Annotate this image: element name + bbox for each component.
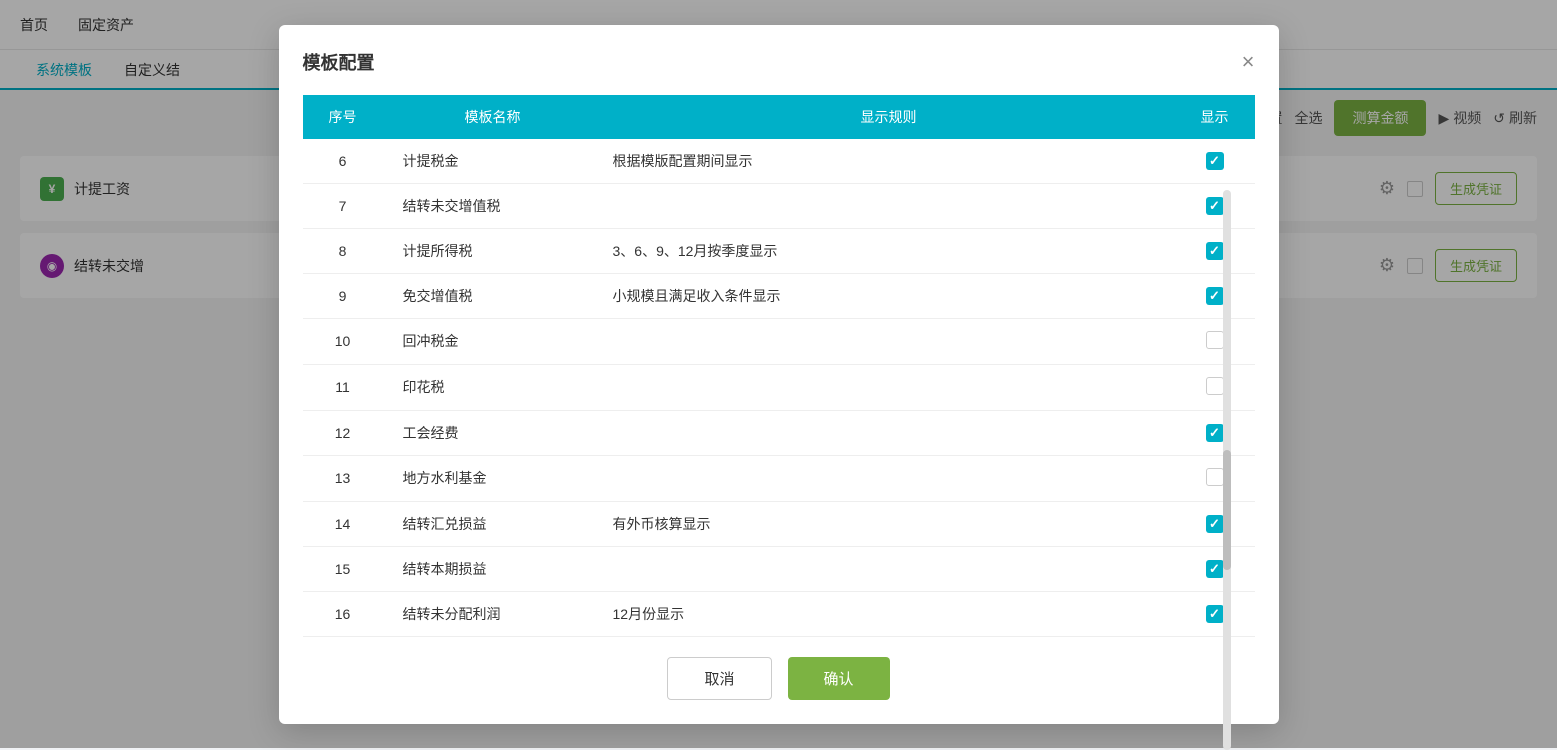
cell-id: 15 xyxy=(303,546,383,591)
table-row: 9免交增值税小规模且满足收入条件显示 xyxy=(303,273,1255,318)
cell-rule xyxy=(603,546,1175,591)
cell-id: 6 xyxy=(303,139,383,184)
table-row: 7结转未交增值税 xyxy=(303,183,1255,228)
cell-name: 计提所得税 xyxy=(383,228,603,273)
scrollbar-thumb xyxy=(1223,450,1231,570)
cell-id: 11 xyxy=(303,364,383,410)
cell-name: 免交增值税 xyxy=(383,273,603,318)
cell-rule: 根据模版配置期间显示 xyxy=(603,139,1175,184)
cell-name: 回冲税金 xyxy=(383,318,603,364)
cell-name: 结转未交增值税 xyxy=(383,183,603,228)
cell-show[interactable] xyxy=(1175,546,1255,591)
cell-rule: 12月份显示 xyxy=(603,591,1175,636)
table-row: 6计提税金根据模版配置期间显示 xyxy=(303,139,1255,184)
col-header-id: 序号 xyxy=(303,95,383,139)
cell-id: 8 xyxy=(303,228,383,273)
confirm-button[interactable]: 确认 xyxy=(788,657,890,700)
cell-name: 结转汇兑损益 xyxy=(383,501,603,546)
table-row: 15结转本期损益 xyxy=(303,546,1255,591)
cell-id: 13 xyxy=(303,455,383,501)
cell-name: 地方水利基金 xyxy=(383,455,603,501)
cell-rule: 有外币核算显示 xyxy=(603,501,1175,546)
modal-title: 模板配置 xyxy=(303,49,375,75)
cell-name: 结转本期损益 xyxy=(383,546,603,591)
cell-show[interactable] xyxy=(1175,410,1255,455)
table-row: 11印花税 xyxy=(303,364,1255,410)
checkbox-7[interactable] xyxy=(1206,468,1224,486)
table-row: 10回冲税金 xyxy=(303,318,1255,364)
checkbox-2[interactable] xyxy=(1206,242,1224,260)
table-header: 序号 模板名称 显示规则 显示 xyxy=(303,95,1255,139)
table-body: 6计提税金根据模版配置期间显示7结转未交增值税8计提所得税3、6、9、12月按季… xyxy=(303,139,1255,637)
cell-show[interactable] xyxy=(1175,183,1255,228)
modal: 模板配置 × 序号 模板名称 显示规则 显示 6计提税金根据模版配置期间显示7结… xyxy=(279,25,1279,724)
config-table: 序号 模板名称 显示规则 显示 6计提税金根据模版配置期间显示7结转未交增值税8… xyxy=(303,95,1255,637)
cell-id: 7 xyxy=(303,183,383,228)
checkbox-4[interactable] xyxy=(1206,331,1224,349)
checkbox-3[interactable] xyxy=(1206,287,1224,305)
cell-show[interactable] xyxy=(1175,273,1255,318)
cell-show[interactable] xyxy=(1175,364,1255,410)
checkbox-10[interactable] xyxy=(1206,605,1224,623)
modal-close-button[interactable]: × xyxy=(1242,51,1255,73)
checkbox-9[interactable] xyxy=(1206,560,1224,578)
table-row: 12工会经费 xyxy=(303,410,1255,455)
col-header-show: 显示 xyxy=(1175,95,1255,139)
cell-show[interactable] xyxy=(1175,228,1255,273)
table-row: 16结转未分配利润12月份显示 xyxy=(303,591,1255,636)
cell-id: 14 xyxy=(303,501,383,546)
cell-name: 印花税 xyxy=(383,364,603,410)
cell-show[interactable] xyxy=(1175,455,1255,501)
cell-id: 16 xyxy=(303,591,383,636)
cell-rule xyxy=(603,183,1175,228)
modal-footer: 取消 确认 xyxy=(303,657,1255,700)
cell-rule xyxy=(603,364,1175,410)
cell-rule xyxy=(603,410,1175,455)
checkbox-8[interactable] xyxy=(1206,515,1224,533)
checkbox-6[interactable] xyxy=(1206,424,1224,442)
checkbox-1[interactable] xyxy=(1206,197,1224,215)
cancel-button[interactable]: 取消 xyxy=(667,657,771,700)
checkbox-5[interactable] xyxy=(1206,377,1224,395)
cell-id: 12 xyxy=(303,410,383,455)
table-wrapper: 序号 模板名称 显示规则 显示 6计提税金根据模版配置期间显示7结转未交增值税8… xyxy=(303,95,1255,637)
cell-rule xyxy=(603,318,1175,364)
cell-show[interactable] xyxy=(1175,318,1255,364)
table-row: 8计提所得税3、6、9、12月按季度显示 xyxy=(303,228,1255,273)
cell-rule: 3、6、9、12月按季度显示 xyxy=(603,228,1175,273)
col-header-rule: 显示规则 xyxy=(603,95,1175,139)
table-row: 13地方水利基金 xyxy=(303,455,1255,501)
cell-id: 10 xyxy=(303,318,383,364)
cell-name: 结转未分配利润 xyxy=(383,591,603,636)
cell-id: 9 xyxy=(303,273,383,318)
modal-header: 模板配置 × xyxy=(303,49,1255,75)
cell-rule xyxy=(603,455,1175,501)
cell-rule: 小规模且满足收入条件显示 xyxy=(603,273,1175,318)
cell-show[interactable] xyxy=(1175,139,1255,184)
modal-overlay: 模板配置 × 序号 模板名称 显示规则 显示 6计提税金根据模版配置期间显示7结… xyxy=(0,0,1557,748)
cell-name: 计提税金 xyxy=(383,139,603,184)
cell-show[interactable] xyxy=(1175,591,1255,636)
table-row: 14结转汇兑损益有外币核算显示 xyxy=(303,501,1255,546)
checkbox-0[interactable] xyxy=(1206,152,1224,170)
cell-show[interactable] xyxy=(1175,501,1255,546)
scrollbar-track xyxy=(1223,190,1231,750)
col-header-name: 模板名称 xyxy=(383,95,603,139)
cell-name: 工会经费 xyxy=(383,410,603,455)
